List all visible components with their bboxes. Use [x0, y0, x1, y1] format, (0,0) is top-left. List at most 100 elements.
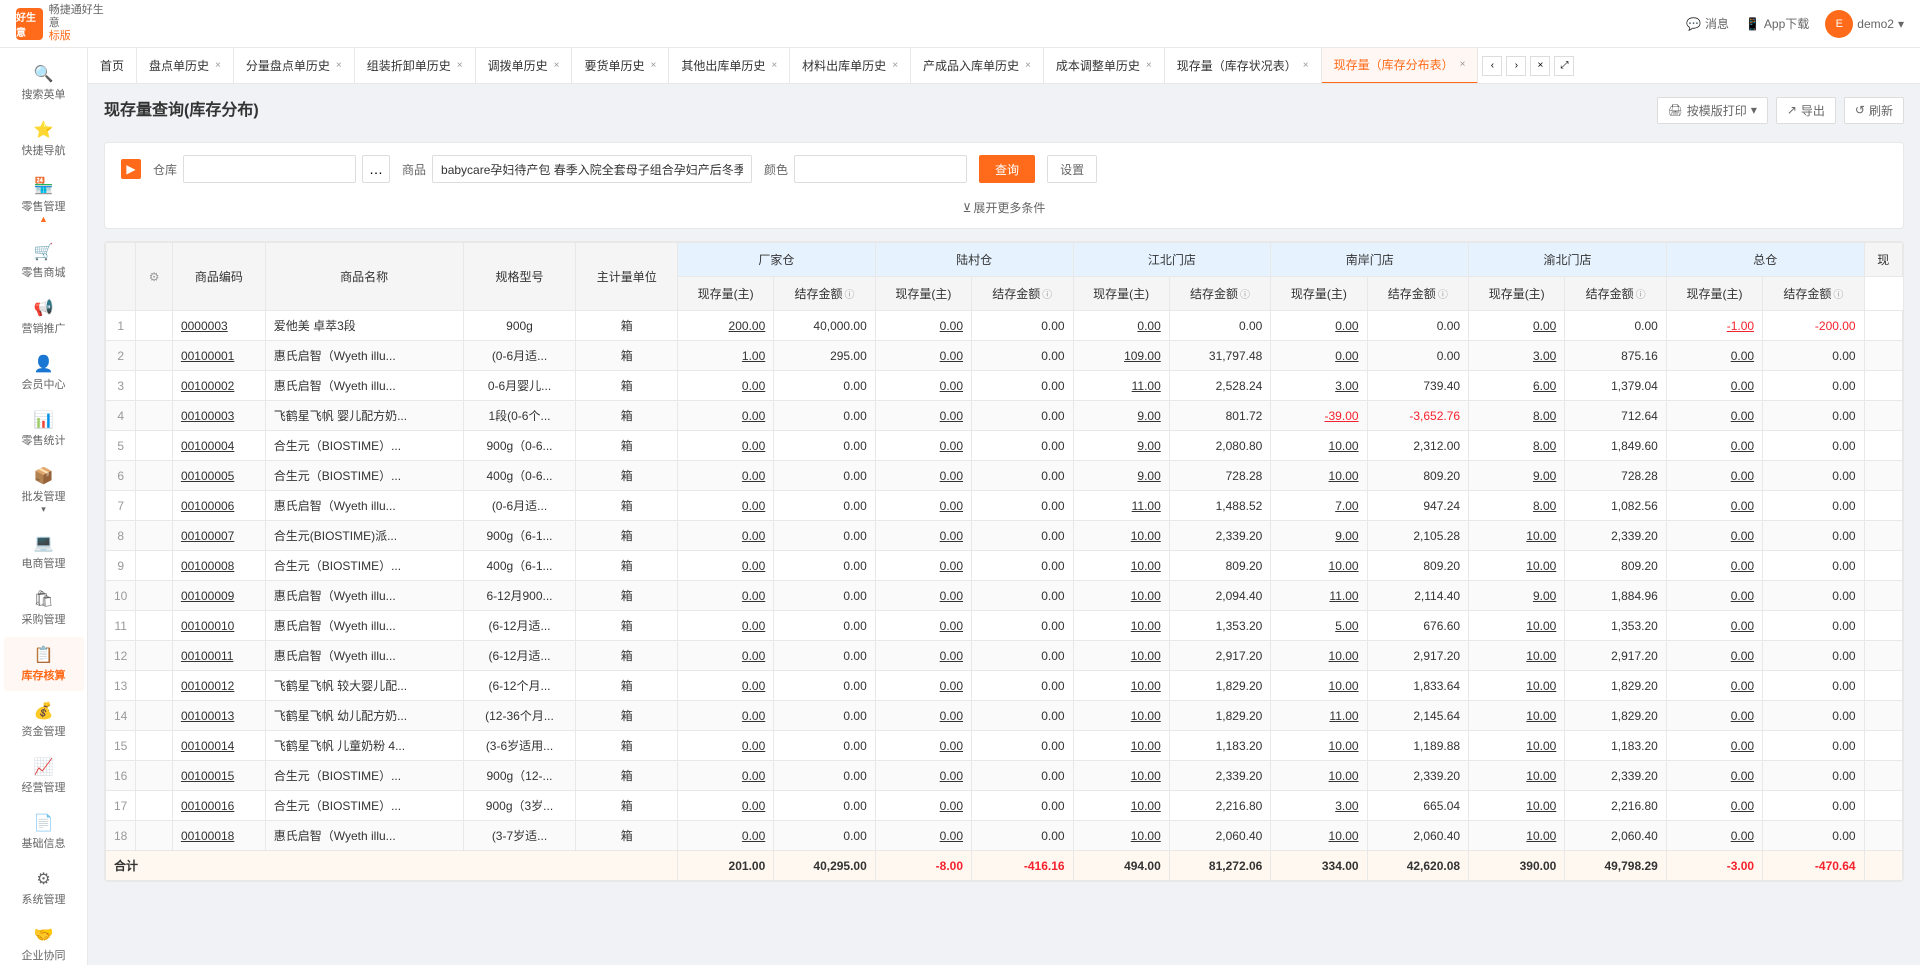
row-qty-2[interactable]: 10.00	[1073, 581, 1169, 611]
message-btn[interactable]: 💬 消息	[1686, 15, 1729, 32]
tab-prev-btn[interactable]: ‹	[1482, 56, 1502, 76]
tab-inventory-history[interactable]: 盘点单历史 ×	[137, 48, 234, 84]
row-qty-5[interactable]: 0.00	[1666, 551, 1762, 581]
code-link[interactable]: 00100002	[181, 379, 234, 393]
row-qty-5[interactable]: 0.00	[1666, 371, 1762, 401]
row-qty-5[interactable]: 0.00	[1666, 641, 1762, 671]
row-qty-5[interactable]: 0.00	[1666, 611, 1762, 641]
row-qty-1[interactable]: 0.00	[875, 371, 971, 401]
row-qty-1[interactable]: 0.00	[875, 821, 971, 851]
code-link[interactable]: 00100014	[181, 739, 234, 753]
row-qty-0[interactable]: 0.00	[678, 791, 774, 821]
row-qty-2[interactable]: 10.00	[1073, 761, 1169, 791]
tab-home[interactable]: 首页	[88, 48, 137, 84]
row-qty-0[interactable]: 0.00	[678, 431, 774, 461]
row-qty-1[interactable]: 0.00	[875, 461, 971, 491]
tab-close-10[interactable]: ×	[1303, 60, 1309, 71]
row-qty-5[interactable]: 0.00	[1666, 431, 1762, 461]
col-gear[interactable]: ⚙	[136, 243, 173, 311]
row-qty-2[interactable]: 10.00	[1073, 791, 1169, 821]
row-qty-5[interactable]: 0.00	[1666, 491, 1762, 521]
tab-close-8[interactable]: ×	[1025, 60, 1031, 71]
row-qty-4[interactable]: 10.00	[1469, 551, 1565, 581]
row-qty-1[interactable]: 0.00	[875, 611, 971, 641]
row-qty-5[interactable]: 0.00	[1666, 461, 1762, 491]
warehouse-dots-btn[interactable]: …	[362, 155, 390, 183]
row-qty-4[interactable]: 8.00	[1469, 401, 1565, 431]
row-qty-2[interactable]: 10.00	[1073, 821, 1169, 851]
row-qty-1[interactable]: 0.00	[875, 731, 971, 761]
tab-production-in[interactable]: 产成品入库单历史 ×	[911, 48, 1044, 84]
row-qty-3[interactable]: 11.00	[1271, 701, 1367, 731]
row-qty-2[interactable]: 10.00	[1073, 641, 1169, 671]
code-link[interactable]: 00100006	[181, 499, 234, 513]
tab-close-11[interactable]: ×	[1460, 59, 1466, 70]
info-icon-2[interactable]: ⓘ	[1042, 290, 1052, 301]
row-qty-0[interactable]: 0.00	[678, 371, 774, 401]
row-qty-2[interactable]: 11.00	[1073, 491, 1169, 521]
row-qty-4[interactable]: 10.00	[1469, 671, 1565, 701]
sidebar-item-purchase[interactable]: 🛍 采购管理	[4, 581, 84, 635]
row-qty-4[interactable]: 10.00	[1469, 761, 1565, 791]
row-qty-1[interactable]: 0.00	[875, 671, 971, 701]
row-qty-2[interactable]: 9.00	[1073, 461, 1169, 491]
row-qty-0[interactable]: 0.00	[678, 731, 774, 761]
row-qty-4[interactable]: 10.00	[1469, 731, 1565, 761]
row-qty-5[interactable]: 0.00	[1666, 791, 1762, 821]
row-qty-0[interactable]: 0.00	[678, 491, 774, 521]
sidebar-item-wholesale[interactable]: 📦 批发管理 ▾	[4, 458, 84, 523]
row-qty-1[interactable]: 0.00	[875, 761, 971, 791]
code-link[interactable]: 00100018	[181, 829, 234, 843]
row-qty-3[interactable]: 10.00	[1271, 641, 1367, 671]
row-qty-4[interactable]: 10.00	[1469, 821, 1565, 851]
row-qty-2[interactable]: 10.00	[1073, 521, 1169, 551]
code-link[interactable]: 00100009	[181, 589, 234, 603]
tab-stock-distribution[interactable]: 现存量（库存分布表） ×	[1322, 48, 1479, 84]
tab-close-4[interactable]: ×	[554, 60, 560, 71]
row-qty-5[interactable]: -1.00	[1666, 311, 1762, 341]
sidebar-item-search[interactable]: 🔍 搜索英单	[4, 56, 84, 110]
row-qty-3[interactable]: 10.00	[1271, 731, 1367, 761]
row-qty-1[interactable]: 0.00	[875, 641, 971, 671]
row-qty-1[interactable]: 0.00	[875, 521, 971, 551]
code-link[interactable]: 00100015	[181, 769, 234, 783]
tab-material-out[interactable]: 材料出库单历史 ×	[790, 48, 911, 84]
row-qty-0[interactable]: 0.00	[678, 461, 774, 491]
tab-close-2[interactable]: ×	[336, 60, 342, 71]
row-qty-3[interactable]: 10.00	[1271, 761, 1367, 791]
row-qty-5[interactable]: 0.00	[1666, 401, 1762, 431]
tab-close-6[interactable]: ×	[771, 60, 777, 71]
color-input[interactable]	[794, 155, 967, 183]
code-link[interactable]: 00100012	[181, 679, 234, 693]
row-qty-5[interactable]: 0.00	[1666, 701, 1762, 731]
row-qty-5[interactable]: 0.00	[1666, 581, 1762, 611]
row-qty-1[interactable]: 0.00	[875, 431, 971, 461]
sidebar-item-stats[interactable]: 📊 零售统计	[4, 402, 84, 456]
row-qty-4[interactable]: 3.00	[1469, 341, 1565, 371]
row-qty-4[interactable]: 8.00	[1469, 431, 1565, 461]
row-qty-1[interactable]: 0.00	[875, 491, 971, 521]
expand-conditions-btn[interactable]: ⊻ 展开更多条件	[963, 199, 1046, 216]
export-btn[interactable]: ↗ 导出	[1776, 97, 1836, 124]
row-qty-4[interactable]: 0.00	[1469, 311, 1565, 341]
row-qty-2[interactable]: 10.00	[1073, 671, 1169, 701]
sidebar-item-member[interactable]: 👤 会员中心	[4, 346, 84, 400]
expand-arrow-btn[interactable]: ▶	[121, 159, 141, 179]
code-link[interactable]: 00100011	[181, 649, 234, 663]
row-qty-0[interactable]: 0.00	[678, 611, 774, 641]
tab-next-btn[interactable]: ›	[1506, 56, 1526, 76]
row-qty-0[interactable]: 0.00	[678, 821, 774, 851]
row-qty-1[interactable]: 0.00	[875, 341, 971, 371]
row-qty-2[interactable]: 10.00	[1073, 701, 1169, 731]
tab-close-1[interactable]: ×	[215, 60, 221, 71]
tab-assembly[interactable]: 组装折卸单历史 ×	[355, 48, 476, 84]
row-qty-1[interactable]: 0.00	[875, 551, 971, 581]
row-qty-0[interactable]: 1.00	[678, 341, 774, 371]
row-qty-1[interactable]: 0.00	[875, 581, 971, 611]
tab-cost-adjust[interactable]: 成本调整单历史 ×	[1044, 48, 1165, 84]
row-qty-5[interactable]: 0.00	[1666, 341, 1762, 371]
tab-close-all-btn[interactable]: ×	[1530, 56, 1550, 76]
sidebar-item-ecommerce[interactable]: 💻 电商管理	[4, 525, 84, 579]
sidebar-item-inventory[interactable]: 📋 库存核算	[4, 637, 84, 691]
row-qty-3[interactable]: 3.00	[1271, 371, 1367, 401]
